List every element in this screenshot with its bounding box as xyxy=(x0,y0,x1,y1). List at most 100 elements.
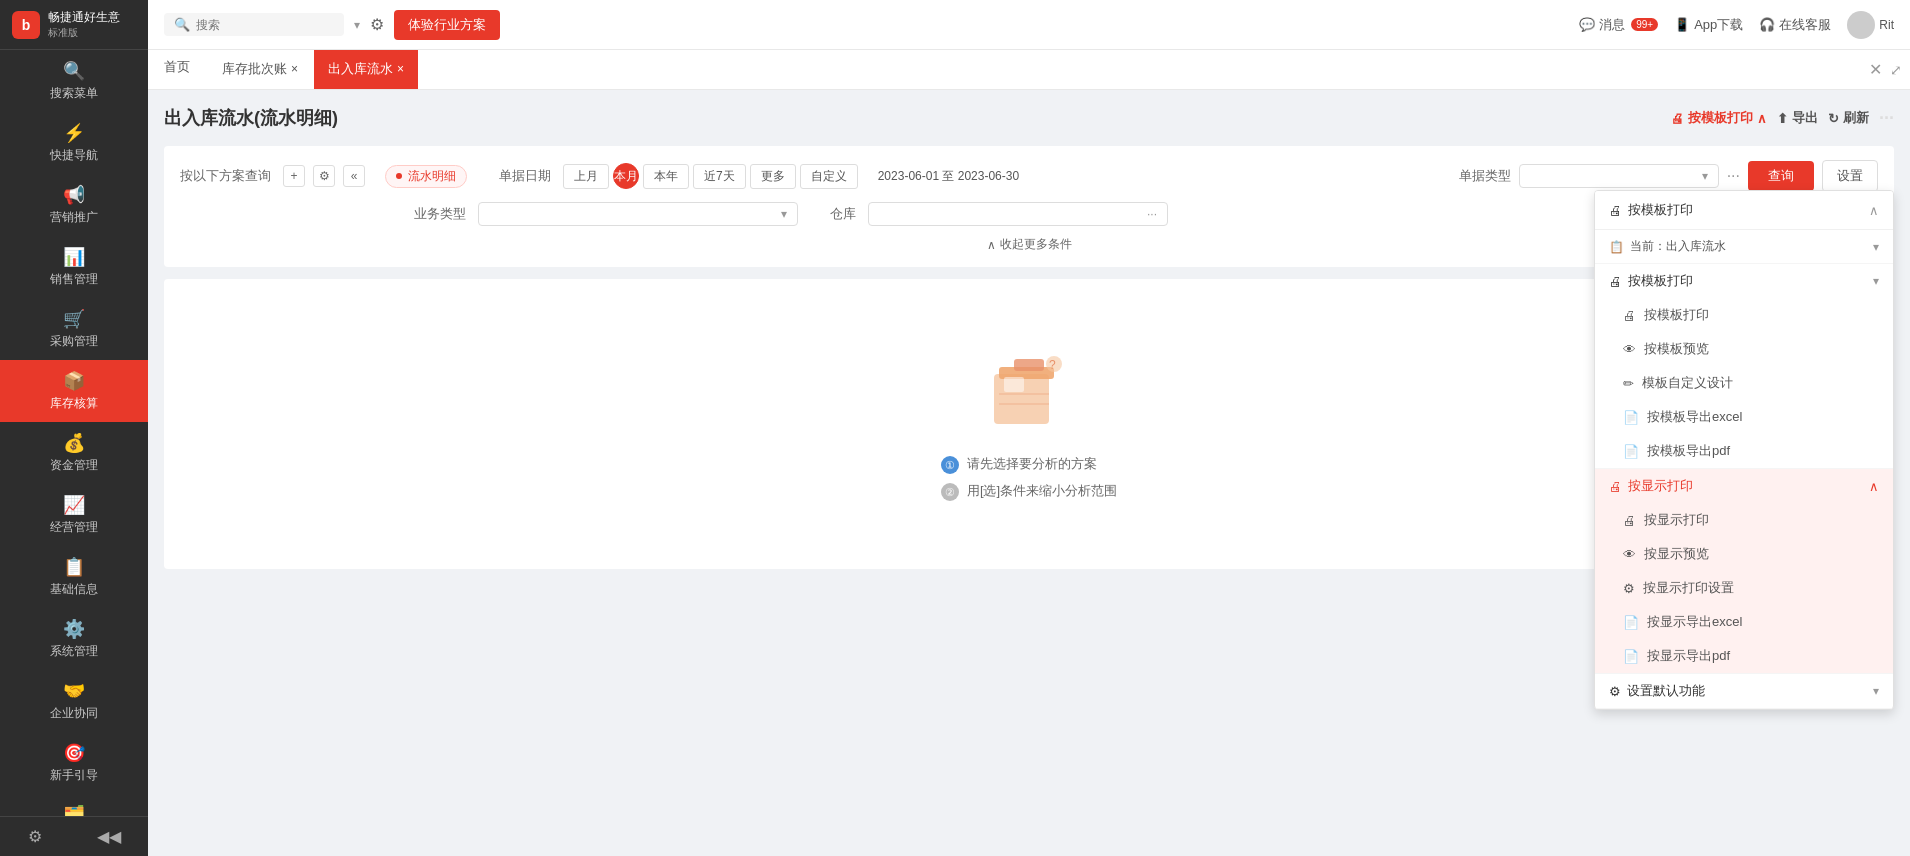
dropdown-item-template-preview[interactable]: 👁 按模板预览 xyxy=(1595,332,1893,366)
sidebar-item-label: 库存核算 xyxy=(50,395,98,412)
sidebar-item-label: 新手引导 xyxy=(50,767,98,784)
tab-close-btn[interactable]: ✕ xyxy=(1869,60,1882,79)
sidebar-item-sales[interactable]: 📊 销售管理 xyxy=(0,236,148,298)
sidebar-item-finance[interactable]: 💰 资金管理 xyxy=(0,422,148,484)
date-btn-current-month[interactable]: 本月 xyxy=(613,163,639,189)
warehouse-select[interactable]: ··· xyxy=(868,202,1168,226)
refresh-btn[interactable]: ↻ 刷新 xyxy=(1828,109,1869,127)
filter-settings-btn[interactable]: ⚙ xyxy=(313,165,335,187)
sidebar-item-marketing[interactable]: 📢 营销推广 xyxy=(0,174,148,236)
dropdown-item-display-print[interactable]: 🖨 按显示打印 xyxy=(1595,503,1893,537)
sidebar-item-guide[interactable]: 🎯 新手引导 xyxy=(0,732,148,794)
print-template-btn[interactable]: 🖨 按模板打印 ∧ xyxy=(1671,109,1767,127)
headset-icon: 🎧 xyxy=(1759,17,1775,32)
dropdown-item-template-pdf[interactable]: 📄 按模板导出pdf xyxy=(1595,434,1893,468)
topbar-gear-icon[interactable]: ⚙ xyxy=(370,15,384,34)
tab-flow-close[interactable]: × xyxy=(397,62,404,76)
date-btn-7days[interactable]: 近7天 xyxy=(693,164,746,189)
filter-add-btn[interactable]: + xyxy=(283,165,305,187)
collab-icon: 🤝 xyxy=(63,680,85,702)
type-more-icon[interactable]: ··· xyxy=(1727,167,1740,185)
sidebar-item-label: 资金管理 xyxy=(50,457,98,474)
svg-text:?: ? xyxy=(1049,358,1056,372)
search-input[interactable] xyxy=(196,18,316,32)
sidebar-item-operation[interactable]: 📈 经营管理 xyxy=(0,484,148,546)
export-btn[interactable]: ⬆ 导出 xyxy=(1777,109,1818,127)
dropdown-item-template-print[interactable]: 🖨 按模板打印 xyxy=(1595,298,1893,332)
dropdown-collapse-icon[interactable]: ∧ xyxy=(1869,203,1879,218)
tab-maximize-btn[interactable]: ⤢ xyxy=(1890,62,1902,78)
sidebar-item-basic[interactable]: 📋 基础信息 xyxy=(0,546,148,608)
sidebar-item-label: 采购管理 xyxy=(50,333,98,350)
basic-icon: 📋 xyxy=(63,556,85,578)
date-btn-more[interactable]: 更多 xyxy=(750,164,796,189)
tab-inventory-batch[interactable]: 库存批次账 × xyxy=(206,50,314,89)
current-chevron[interactable]: ▾ xyxy=(1873,240,1879,254)
more-actions-icon[interactable]: ··· xyxy=(1879,108,1894,129)
dropdown-item-template-custom[interactable]: ✏ 模板自定义设计 xyxy=(1595,366,1893,400)
sidebar-item-app-center[interactable]: 🗂️ 应用中心 xyxy=(0,794,148,816)
printer-icon: 🖨 xyxy=(1671,111,1684,126)
date-btn-prev-month[interactable]: 上月 xyxy=(563,164,609,189)
tab-home[interactable]: 首页 xyxy=(148,50,206,89)
dropdown-header: 🖨 按模板打印 ∧ xyxy=(1595,191,1893,230)
filter-label: 按以下方案查询 xyxy=(180,167,271,185)
settings-bottom-icon[interactable]: ⚙ xyxy=(28,827,42,846)
user-avatar xyxy=(1847,11,1875,39)
app-download-btn[interactable]: 📱 App下载 xyxy=(1674,16,1743,34)
system-icon: ⚙️ xyxy=(63,618,85,640)
tab-controls: ✕ ⤢ xyxy=(1861,50,1910,89)
query-btn[interactable]: 查询 xyxy=(1748,161,1814,191)
empty-step-2: ② 用[选]条件来缩小分析范围 xyxy=(941,482,1117,501)
filter-tag: 流水明细 xyxy=(385,165,467,188)
sidebar-logo-text: 畅捷通好生意 标准版 xyxy=(48,9,120,40)
dropdown-item-display-settings[interactable]: ⚙ 按显示打印设置 xyxy=(1595,571,1893,605)
export-icon: ⬆ xyxy=(1777,111,1788,126)
dropdown-item-template-excel[interactable]: 📄 按模板导出excel xyxy=(1595,400,1893,434)
date-btn-year[interactable]: 本年 xyxy=(643,164,689,189)
dropdown-item-display-pdf[interactable]: 📄 按显示导出pdf xyxy=(1595,639,1893,673)
topbar-right: 💬 消息 99+ 📱 App下载 🎧 在线客服 Rit xyxy=(1579,11,1894,39)
sidebar-item-quick-nav[interactable]: ⚡ 快捷导航 xyxy=(0,112,148,174)
message-btn[interactable]: 💬 消息 99+ xyxy=(1579,16,1658,34)
date-btn-custom[interactable]: 自定义 xyxy=(800,164,858,189)
sidebar-item-collab[interactable]: 🤝 企业协同 xyxy=(0,670,148,732)
dropdown-section-default-title[interactable]: ⚙ 设置默认功能 ▾ xyxy=(1595,674,1893,708)
sidebar: b 畅捷通好生意 标准版 🔍 搜索菜单 ⚡ 快捷导航 📢 营销推广 📊 销售管理… xyxy=(0,0,148,856)
filter-collapse-btn[interactable]: « xyxy=(343,165,365,187)
date-filter-label: 单据日期 xyxy=(499,167,551,185)
refresh-icon: ↻ xyxy=(1828,111,1839,126)
search-chevron-icon[interactable]: ▾ xyxy=(354,18,360,32)
tab-flow[interactable]: 出入库流水 × xyxy=(314,50,418,89)
dropdown-item-display-excel[interactable]: 📄 按显示导出excel xyxy=(1595,605,1893,639)
business-type-select[interactable]: ▾ xyxy=(478,202,798,226)
dropdown-section-display-title[interactable]: 🖨 按显示打印 ∧ xyxy=(1595,469,1893,503)
message-icon: 💬 xyxy=(1579,17,1595,32)
sidebar-item-purchase[interactable]: 🛒 采购管理 xyxy=(0,298,148,360)
finance-icon: 💰 xyxy=(63,432,85,454)
app-download-icon: 📱 xyxy=(1674,17,1690,32)
sidebar-item-label: 快捷导航 xyxy=(50,147,98,164)
search-icon: 🔍 xyxy=(63,60,85,82)
type-select[interactable]: ▾ xyxy=(1519,164,1719,188)
dropdown-item-display-preview[interactable]: 👁 按显示预览 xyxy=(1595,537,1893,571)
dropdown-section-template-title[interactable]: 🖨 按模板打印 ▾ xyxy=(1595,264,1893,298)
sidebar-item-system[interactable]: ⚙️ 系统管理 xyxy=(0,608,148,670)
username: Rit xyxy=(1879,18,1894,32)
main-area: 🔍 ▾ ⚙ 体验行业方案 💬 消息 99+ 📱 App下载 🎧 在线客服 Rit xyxy=(148,0,1910,856)
online-service-btn[interactable]: 🎧 在线客服 xyxy=(1759,16,1831,34)
tab-inventory-batch-close[interactable]: × xyxy=(291,62,298,76)
filter-tag-label: 流水明细 xyxy=(408,168,456,185)
user-avatar-area[interactable]: Rit xyxy=(1847,11,1894,39)
page-title-text: 出入库流水(流水明细) xyxy=(164,106,338,130)
filter-tag-dot xyxy=(396,173,402,179)
warehouse-more-icon[interactable]: ··· xyxy=(1147,207,1157,221)
collapse-sidebar-icon[interactable]: ◀◀ xyxy=(97,827,121,846)
printer-section-icon: 🖨 xyxy=(1609,274,1622,289)
topbar-search-box[interactable]: 🔍 xyxy=(164,13,344,36)
trial-btn[interactable]: 体验行业方案 xyxy=(394,10,500,40)
sidebar-item-inventory[interactable]: 📦 库存核算 xyxy=(0,360,148,422)
sidebar-item-search[interactable]: 🔍 搜索菜单 xyxy=(0,50,148,112)
current-icon: 📋 xyxy=(1609,240,1624,254)
settings-btn[interactable]: 设置 xyxy=(1822,160,1878,192)
